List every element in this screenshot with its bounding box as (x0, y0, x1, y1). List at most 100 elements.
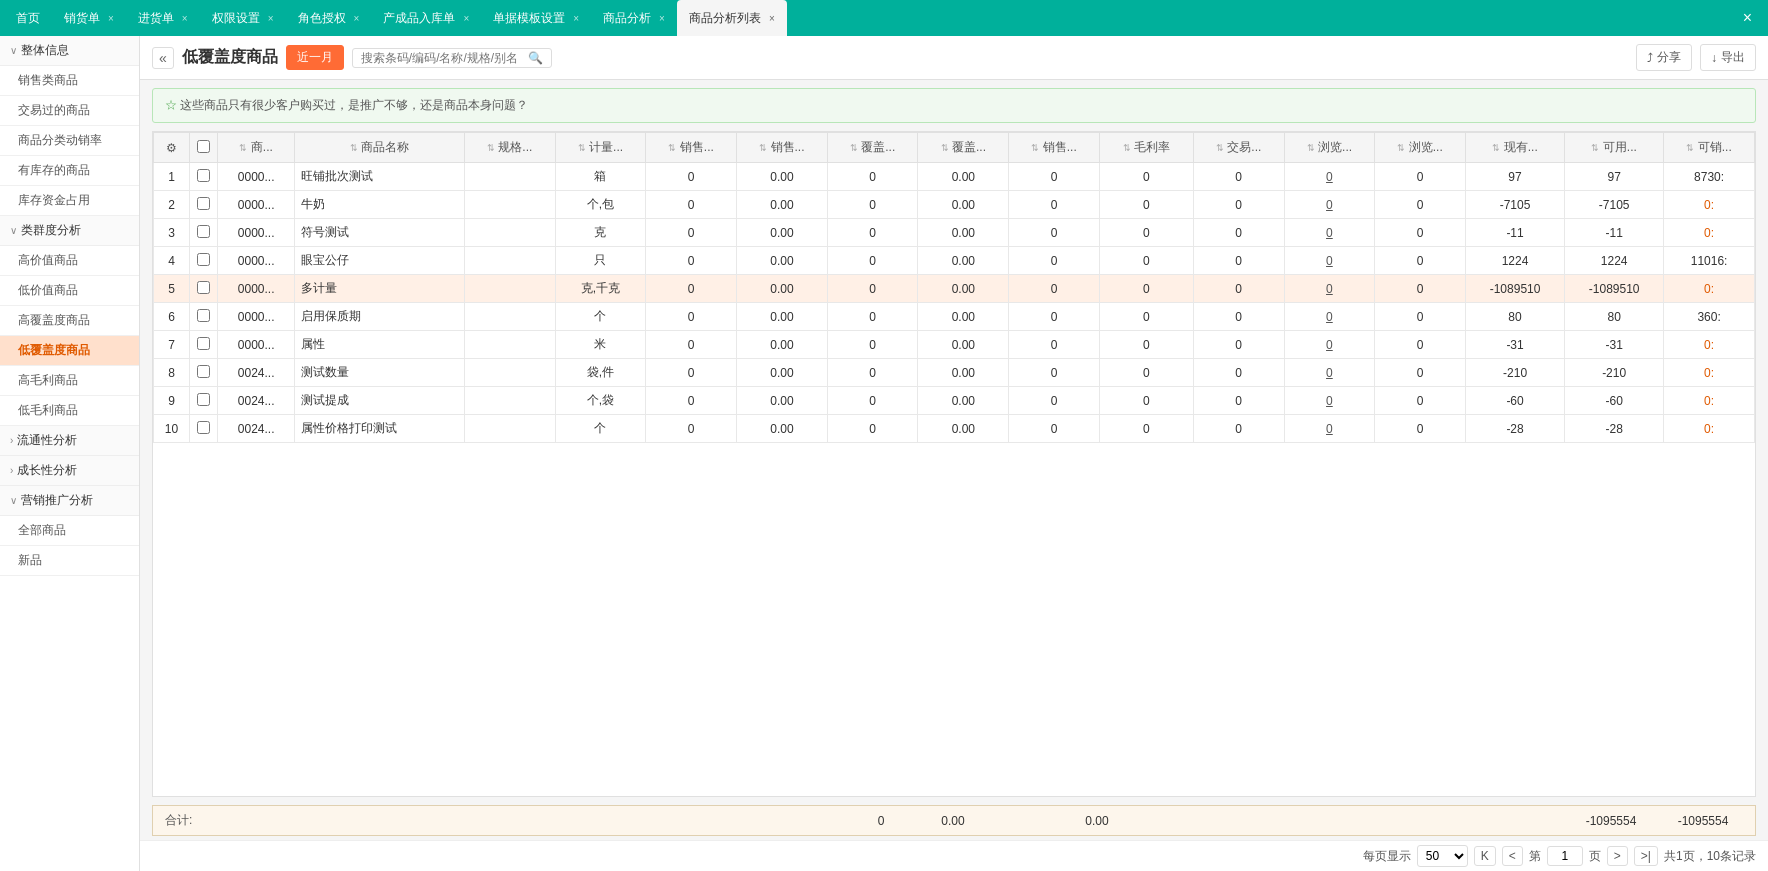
sidebar-item-stock-value[interactable]: 库存资金占用 (0, 186, 139, 216)
sidebar-item-category-rate[interactable]: 商品分类动销率 (0, 126, 139, 156)
row-checkbox[interactable] (197, 197, 210, 210)
sidebar-item-low-margin[interactable]: 低毛利商品 (0, 396, 139, 426)
select-all-checkbox[interactable] (197, 140, 210, 153)
nav-close-role[interactable]: × (354, 13, 360, 24)
cell-check[interactable] (190, 275, 218, 303)
cell-browse1[interactable]: 0 (1284, 359, 1375, 387)
cell-browse1[interactable]: 0 (1284, 247, 1375, 275)
nav-close-template[interactable]: × (573, 13, 579, 24)
cell-browse1[interactable]: 0 (1284, 163, 1375, 191)
cell-check[interactable] (190, 415, 218, 443)
row-checkbox[interactable] (197, 169, 210, 182)
nav-close-product[interactable]: × (463, 13, 469, 24)
cell-name: 测试提成 (295, 387, 465, 415)
cell-check[interactable] (190, 219, 218, 247)
nav-item-sales[interactable]: 销货单 × (52, 0, 126, 36)
window-close-button[interactable]: × (1731, 0, 1764, 36)
nav-item-home[interactable]: 首页 (4, 0, 52, 36)
cell-available: -7105 (1565, 191, 1664, 219)
cell-coverage2: 0.00 (918, 303, 1009, 331)
cell-transaction: 0 (1193, 163, 1284, 191)
cell-browse1[interactable]: 0 (1284, 191, 1375, 219)
cell-check[interactable] (190, 359, 218, 387)
cell-sales1: 0 (646, 387, 737, 415)
sidebar-item-low-coverage[interactable]: 低覆盖度商品 (0, 336, 139, 366)
cell-coverage1: 0 (827, 387, 918, 415)
page-input[interactable] (1547, 846, 1583, 866)
search-box[interactable]: 🔍 (352, 48, 552, 68)
nav-close-purchase[interactable]: × (182, 13, 188, 24)
data-table-container[interactable]: ⚙ ⇅ 商... ⇅ 商品名称 ⇅ 规格... ⇅ 计量... ⇅ 销售... … (152, 131, 1756, 797)
prev-page-button[interactable]: < (1502, 846, 1523, 866)
row-checkbox[interactable] (197, 225, 210, 238)
nav-item-permission[interactable]: 权限设置 × (200, 0, 286, 36)
sidebar-item-new-goods[interactable]: 新品 (0, 546, 139, 576)
cell-check[interactable] (190, 247, 218, 275)
cell-check[interactable] (190, 163, 218, 191)
next-page-button[interactable]: > (1607, 846, 1628, 866)
date-filter-recent-month[interactable]: 近一月 (286, 45, 344, 70)
sidebar-item-in-stock[interactable]: 有库存的商品 (0, 156, 139, 186)
cell-browse1[interactable]: 0 (1284, 219, 1375, 247)
row-checkbox[interactable] (197, 337, 210, 350)
row-checkbox[interactable] (197, 365, 210, 378)
sidebar-group-growth[interactable]: › 成长性分析 (0, 456, 139, 486)
share-button[interactable]: ⤴ 分享 (1636, 44, 1692, 71)
search-icon[interactable]: 🔍 (528, 51, 543, 65)
nav-item-role[interactable]: 角色授权 × (286, 0, 372, 36)
sidebar-item-all-goods[interactable]: 全部商品 (0, 516, 139, 546)
sidebar-item-traded-goods[interactable]: 交易过的商品 (0, 96, 139, 126)
cell-sales3: 0 (1009, 359, 1100, 387)
cell-gross-margin: 0 (1099, 303, 1193, 331)
nav-item-purchase[interactable]: 进货单 × (126, 0, 200, 36)
row-checkbox[interactable] (197, 309, 210, 322)
cell-browse1[interactable]: 0 (1284, 303, 1375, 331)
row-checkbox[interactable] (197, 281, 210, 294)
cell-spec (464, 331, 555, 359)
cell-browse1[interactable]: 0 (1284, 415, 1375, 443)
row-checkbox[interactable] (197, 421, 210, 434)
settings-icon[interactable]: ⚙ (166, 141, 177, 155)
cell-check[interactable] (190, 331, 218, 359)
th-checkbox[interactable] (190, 133, 218, 163)
nav-item-product[interactable]: 产成品入库单 × (371, 0, 481, 36)
th-settings[interactable]: ⚙ (154, 133, 190, 163)
nav-close-permission[interactable]: × (268, 13, 274, 24)
cell-sales1: 0 (646, 191, 737, 219)
last-page-button[interactable]: >| (1634, 846, 1658, 866)
cell-coverage1: 0 (827, 219, 918, 247)
cell-check[interactable] (190, 387, 218, 415)
sidebar-item-low-value[interactable]: 低价值商品 (0, 276, 139, 306)
page-size-select[interactable]: 50 100 200 (1417, 845, 1468, 867)
cell-browse1[interactable]: 0 (1284, 275, 1375, 303)
sidebar-item-high-coverage[interactable]: 高覆盖度商品 (0, 306, 139, 336)
sidebar-item-high-margin[interactable]: 高毛利商品 (0, 366, 139, 396)
nav-close-sales[interactable]: × (108, 13, 114, 24)
row-checkbox[interactable] (197, 393, 210, 406)
cell-saleable: 0: (1664, 275, 1755, 303)
nav-item-template[interactable]: 单据模板设置 × (481, 0, 591, 36)
cell-num: 9 (154, 387, 190, 415)
nav-item-analysis[interactable]: 商品分析 × (591, 0, 677, 36)
cell-check[interactable] (190, 191, 218, 219)
nav-product-label: 产成品入库单 (383, 10, 455, 27)
nav-item-analysis-list[interactable]: 商品分析列表 × (677, 0, 787, 36)
sidebar-group-cluster[interactable]: ∨ 类群度分析 (0, 216, 139, 246)
nav-close-analysis[interactable]: × (659, 13, 665, 24)
cell-saleable: 0: (1664, 191, 1755, 219)
sidebar-item-high-value[interactable]: 高价值商品 (0, 246, 139, 276)
sidebar-group-marketing[interactable]: ∨ 营销推广分析 (0, 486, 139, 516)
collapse-sidebar-button[interactable]: « (152, 47, 174, 69)
export-button[interactable]: ↓ 导出 (1700, 44, 1756, 71)
row-checkbox[interactable] (197, 253, 210, 266)
th-unit: ⇅ 计量... (555, 133, 646, 163)
cell-browse1[interactable]: 0 (1284, 331, 1375, 359)
cell-check[interactable] (190, 303, 218, 331)
search-input[interactable] (361, 51, 524, 65)
first-page-button[interactable]: K (1474, 846, 1496, 866)
cell-browse1[interactable]: 0 (1284, 387, 1375, 415)
sidebar-item-sales-goods[interactable]: 销售类商品 (0, 66, 139, 96)
sidebar-group-overall[interactable]: ∨ 整体信息 (0, 36, 139, 66)
sidebar-group-flow[interactable]: › 流通性分析 (0, 426, 139, 456)
nav-close-analysis-list[interactable]: × (769, 13, 775, 24)
